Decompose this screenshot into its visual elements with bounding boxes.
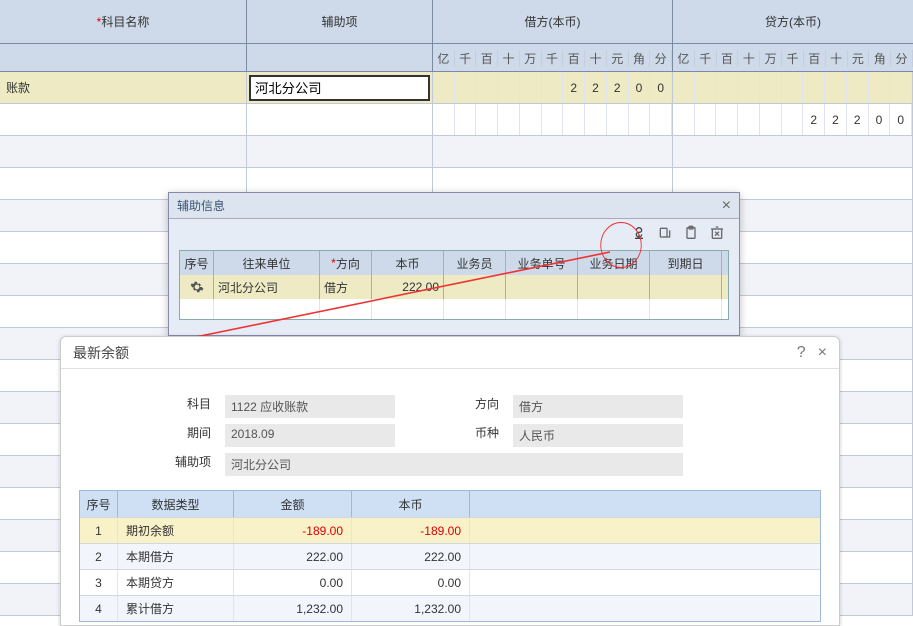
paste-icon[interactable] (683, 225, 699, 244)
col-subject-label: 科目名称 (101, 13, 149, 30)
voucher-row-2[interactable]: 22200 (0, 104, 913, 136)
voucher-debit-cell[interactable] (433, 104, 673, 135)
delete-icon[interactable] (709, 225, 725, 244)
field-currency: 人民币 (513, 424, 683, 447)
voucher-assist-cell[interactable] (247, 104, 433, 135)
bal-head-type: 数据类型 (118, 491, 234, 517)
voucher-debit-cell[interactable]: 22200 (433, 72, 673, 103)
bal-lcy: 0.00 (352, 570, 470, 595)
latest-balance-panel: 最新余额 ? × 科目 1122 应收账款 方向 借方 期间 2018.09 币… (60, 336, 840, 626)
aux-head-amt: 本币 (372, 251, 444, 275)
aux-head-idx: 序号 (180, 251, 214, 275)
balance-table: 序号 数据类型 金额 本币 1期初余额-189.00-189.002本期借方22… (79, 490, 821, 622)
bal-amt: 1,232.00 (234, 596, 352, 621)
field-period: 2018.09 (225, 424, 395, 447)
panel-form: 科目 1122 应收账款 方向 借方 期间 2018.09 币种 人民币 辅助项… (61, 369, 839, 484)
field-subject: 1122 应收账款 (225, 395, 395, 418)
panel-titlebar[interactable]: 最新余额 ? × (61, 337, 839, 369)
voucher-digit-header: 亿千百十万千百十元角分 亿千百十万千百十元角分 (0, 44, 913, 72)
label-direction: 方向 (409, 395, 499, 418)
aux-info-window: 辅助信息 × 序号 往来单位 *方向 本币 业务员 业务单号 业务日期 到期日 … (168, 192, 740, 336)
bal-type: 本期借方 (118, 544, 234, 569)
aux-dir-cell[interactable]: 借方 (320, 275, 372, 299)
voucher-subject-cell[interactable]: 账款 (0, 72, 247, 103)
bal-head-amt: 金额 (234, 491, 352, 517)
aux-amt-cell[interactable]: 222.00 (372, 275, 444, 299)
balance-table-header: 序号 数据类型 金额 本币 (80, 491, 820, 517)
copy-icon[interactable] (657, 225, 673, 244)
aux-table-row[interactable]: 河北分公司 借方 222.00 (180, 275, 728, 299)
aux-table-row-empty[interactable] (180, 299, 728, 319)
bal-type: 期初余额 (118, 518, 234, 543)
col-credit-label: 贷方(本币) (673, 0, 913, 43)
help-icon[interactable]: ? (797, 344, 806, 362)
aux-bill-cell[interactable] (506, 275, 578, 299)
bal-type: 本期贷方 (118, 570, 234, 595)
balance-table-row[interactable]: 1期初余额-189.00-189.00 (80, 517, 820, 543)
label-period: 期间 (121, 424, 211, 447)
balance-table-row[interactable]: 3本期贷方0.000.00 (80, 569, 820, 595)
balance-icon[interactable] (631, 225, 647, 244)
voucher-assist-input[interactable] (249, 75, 430, 101)
bal-head-lcy: 本币 (352, 491, 470, 517)
aux-emp-cell[interactable] (444, 275, 506, 299)
col-assist-label: 辅助项 (247, 0, 433, 43)
close-icon[interactable]: × (722, 197, 731, 215)
aux-bdate-cell[interactable] (578, 275, 650, 299)
bal-idx: 4 (80, 596, 118, 621)
bal-idx: 3 (80, 570, 118, 595)
voucher-subject-cell[interactable] (0, 104, 247, 135)
aux-head-emp: 业务员 (444, 251, 506, 275)
close-icon[interactable]: × (818, 344, 827, 362)
bal-head-idx: 序号 (80, 491, 118, 517)
bal-idx: 2 (80, 544, 118, 569)
col-debit-label: 借方(本币) (433, 0, 673, 43)
voucher-grid-header: * 科目名称 辅助项 借方(本币) 贷方(本币) (0, 0, 913, 44)
bal-amt: -189.00 (234, 518, 352, 543)
aux-unit-cell[interactable]: 河北分公司 (214, 275, 320, 299)
bal-type: 累计借方 (118, 596, 234, 621)
aux-window-title: 辅助信息 (177, 197, 225, 214)
bal-amt: 0.00 (234, 570, 352, 595)
aux-head-unit: 往来单位 (214, 251, 320, 275)
field-assist: 河北分公司 (225, 453, 683, 476)
bal-lcy: -189.00 (352, 518, 470, 543)
bal-lcy: 222.00 (352, 544, 470, 569)
bal-amt: 222.00 (234, 544, 352, 569)
label-currency: 币种 (409, 424, 499, 447)
aux-head-bdate: 业务日期 (578, 251, 650, 275)
label-assist: 辅助项 (121, 453, 211, 476)
aux-head-dir: *方向 (320, 251, 372, 275)
bal-lcy: 1,232.00 (352, 596, 470, 621)
aux-toolbar (169, 219, 739, 248)
aux-head-bill: 业务单号 (506, 251, 578, 275)
panel-title: 最新余额 (73, 343, 129, 363)
aux-table: 序号 往来单位 *方向 本币 业务员 业务单号 业务日期 到期日 河北分公司 借… (179, 250, 729, 320)
balance-table-row[interactable]: 4累计借方1,232.001,232.00 (80, 595, 820, 621)
aux-table-header: 序号 往来单位 *方向 本币 业务员 业务单号 业务日期 到期日 (180, 251, 728, 275)
aux-window-titlebar[interactable]: 辅助信息 × (169, 193, 739, 219)
gear-icon[interactable] (180, 275, 214, 299)
bal-idx: 1 (80, 518, 118, 543)
voucher-credit-cell[interactable] (673, 72, 913, 103)
voucher-row-empty[interactable] (0, 136, 913, 168)
aux-due-cell[interactable] (650, 275, 722, 299)
field-direction: 借方 (513, 395, 683, 418)
label-subject: 科目 (121, 395, 211, 418)
aux-head-due: 到期日 (650, 251, 722, 275)
voucher-row-1[interactable]: 账款 22200 (0, 72, 913, 104)
balance-table-row[interactable]: 2本期借方222.00222.00 (80, 543, 820, 569)
voucher-credit-cell[interactable]: 22200 (673, 104, 913, 135)
